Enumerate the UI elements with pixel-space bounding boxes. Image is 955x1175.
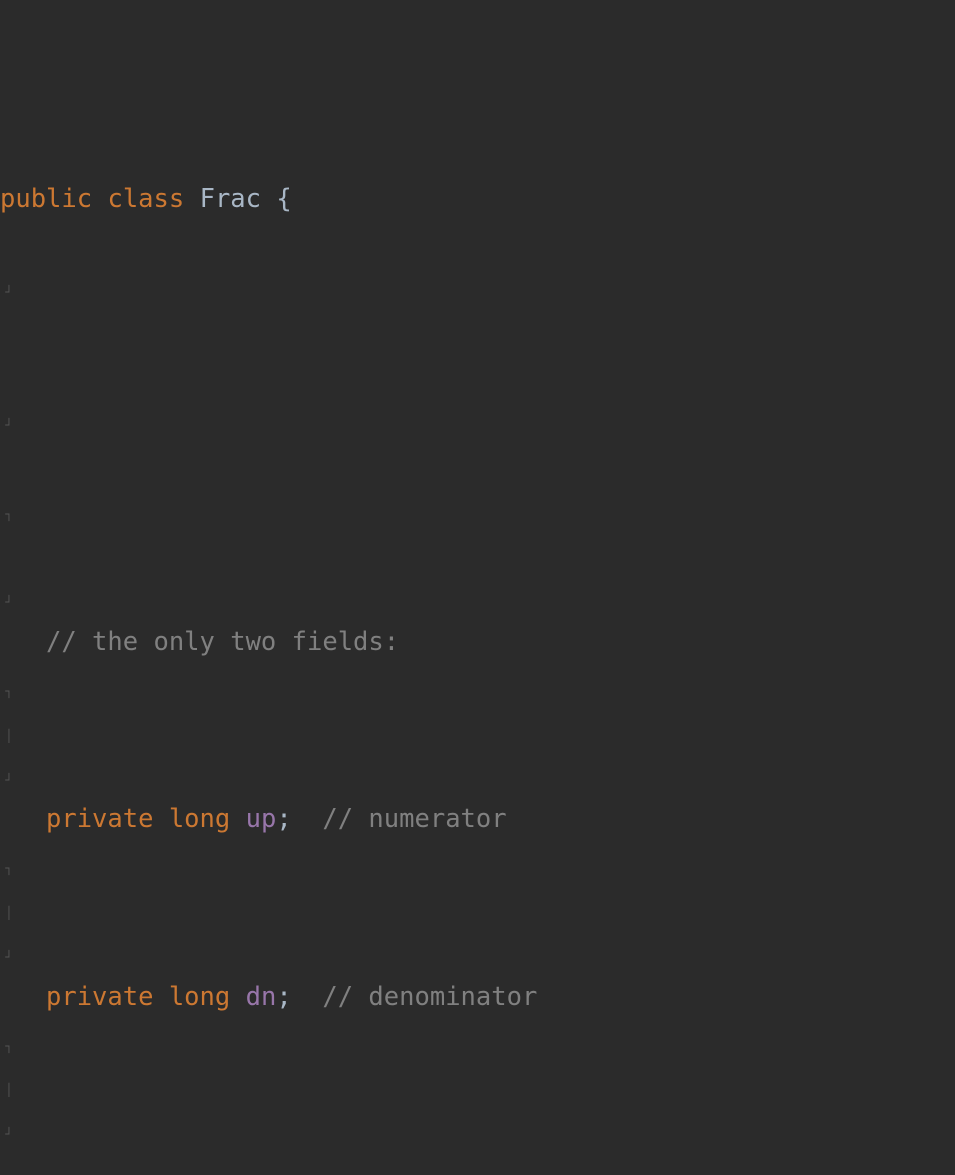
keyword-private: private — [46, 804, 169, 834]
semicolon: ; — [276, 982, 322, 1012]
keyword-public: public — [0, 184, 107, 214]
code-line[interactable]: public class Frac { — [0, 177, 955, 221]
code-line[interactable]: private long dn; // denominator — [0, 975, 955, 1019]
keyword-private: private — [46, 982, 169, 1012]
comment: // denominator — [322, 982, 537, 1012]
keyword-long: long — [169, 804, 246, 834]
field-name: up — [246, 804, 277, 834]
code-line[interactable] — [0, 399, 955, 443]
code-line[interactable]: // the only two fields: — [0, 620, 955, 664]
brace-open: { — [261, 184, 292, 214]
keyword-long: long — [169, 982, 246, 1012]
code-editor[interactable]: ┘ ┘ ┐ ┘ ┐ │ ┘ ┐ │ ┘ ┐ │ ┘ public class F… — [0, 0, 955, 1175]
comment: // the only two fields: — [46, 627, 399, 657]
keyword-class: class — [107, 184, 199, 214]
class-name: Frac — [200, 184, 261, 214]
semicolon: ; — [276, 804, 322, 834]
code-line[interactable]: private long up; // numerator — [0, 797, 955, 841]
code-area[interactable]: public class Frac { // the only two fiel… — [0, 0, 955, 1175]
comment: // numerator — [322, 804, 506, 834]
field-name: dn — [246, 982, 277, 1012]
